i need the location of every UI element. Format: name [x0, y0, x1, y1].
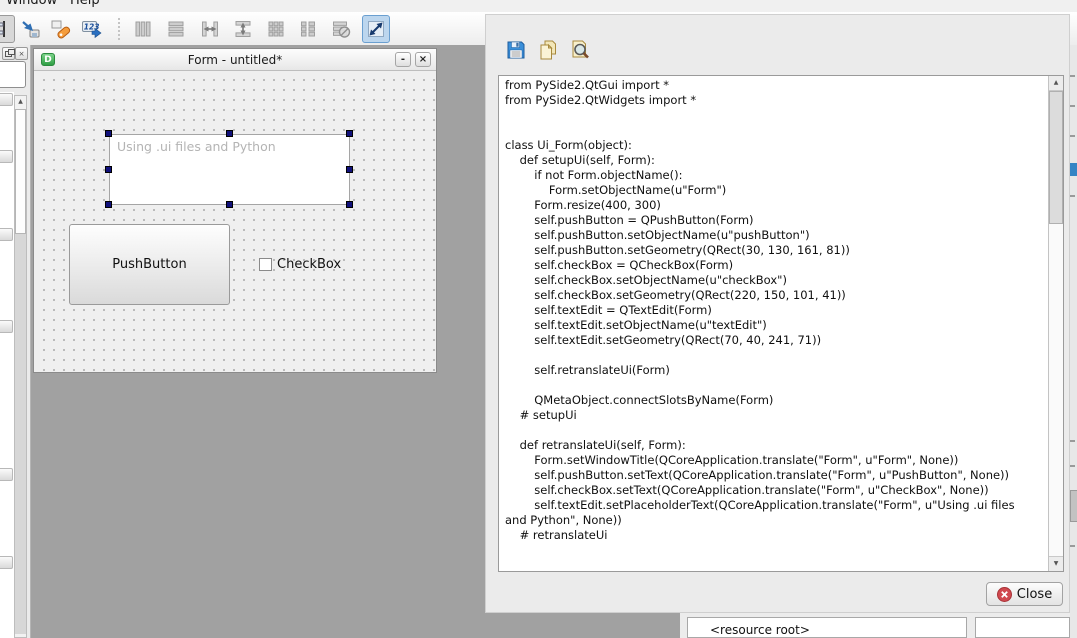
edit-widgets-button[interactable]	[0, 15, 15, 43]
adjust-size-icon	[366, 19, 386, 39]
code-scrollbar-thumb[interactable]	[1049, 91, 1063, 224]
checkbox-label: CheckBox	[277, 257, 341, 272]
layout-grid-icon	[266, 19, 286, 39]
resource-browser-dock: <resource root>	[680, 613, 1077, 638]
close-circle-icon	[997, 587, 1012, 602]
textedit-widget[interactable]: Using .ui files and Python	[109, 134, 350, 205]
resize-handle-left[interactable]	[105, 166, 112, 173]
generated-python-code[interactable]: from PySide2.QtGui import * from PySide2…	[505, 78, 1045, 543]
widget-box-dock: × ▲	[0, 45, 31, 638]
form-window-titlebar[interactable]: D Form - untitled* - ×	[34, 49, 436, 71]
widget-category-row[interactable]	[0, 228, 13, 241]
layout-horizontal-button[interactable]	[129, 15, 157, 43]
resource-detail-panel[interactable]	[975, 617, 1070, 638]
widget-category-row[interactable]	[0, 93, 13, 106]
find-button[interactable]	[567, 37, 593, 63]
layout-vertical-splitter-button[interactable]	[229, 15, 257, 43]
widget-box-list	[0, 92, 14, 638]
property-row-fragment	[1070, 105, 1075, 107]
layout-vertical-icon	[166, 19, 186, 39]
save-button[interactable]	[503, 37, 529, 63]
generated-code-view[interactable]: from PySide2.QtGui import * from PySide2…	[498, 75, 1064, 572]
layout-form-icon	[298, 19, 318, 39]
edit-widgets-icon	[0, 19, 11, 39]
edit-signals-slots-button[interactable]	[16, 15, 44, 43]
property-row-fragment	[1070, 440, 1075, 442]
float-icon	[5, 51, 12, 57]
form-close-button[interactable]: ×	[415, 52, 431, 67]
toolbar-separator	[118, 18, 120, 40]
resize-handle-top[interactable]	[226, 130, 233, 137]
code-scroll-down-button[interactable]: ▼	[1049, 556, 1063, 571]
checkbox-widget[interactable]: CheckBox	[259, 244, 360, 285]
layout-horizontal-icon	[133, 19, 153, 39]
selected-property-row-fragment	[1070, 163, 1077, 176]
close-button[interactable]: Close	[986, 582, 1063, 606]
layout-form-button[interactable]	[294, 15, 322, 43]
resize-handle-top-right[interactable]	[346, 130, 353, 137]
widget-category-row[interactable]	[0, 150, 13, 163]
widget-box-scrollbar[interactable]: ▲	[14, 95, 27, 638]
find-icon	[569, 39, 591, 61]
layout-vertical-splitter-icon	[233, 19, 253, 39]
edit-buddies-icon	[50, 18, 72, 40]
scroll-up-icon: ▲	[1049, 76, 1063, 90]
menubar: Window Help	[0, 0, 1077, 12]
scroll-up-icon[interactable]: ▲	[15, 96, 26, 108]
scrollbar-thumb-fragment	[1070, 490, 1077, 522]
property-row-fragment	[1070, 195, 1075, 197]
resize-handle-top-left[interactable]	[105, 130, 112, 137]
layout-horizontal-splitter-button[interactable]	[196, 15, 224, 43]
resize-handle-bottom-left[interactable]	[105, 201, 112, 208]
dock-close-button[interactable]: ×	[15, 47, 28, 60]
break-layout-icon	[331, 19, 351, 39]
scrollbar-thumb[interactable]	[15, 109, 26, 234]
widget-category-row[interactable]	[0, 468, 13, 481]
dock-float-button[interactable]	[2, 47, 15, 60]
property-row-fragment	[1070, 545, 1075, 547]
form-canvas[interactable]: Using .ui files and Python PushButton Ch…	[35, 71, 436, 372]
scroll-down-icon: ▼	[1049, 557, 1063, 571]
property-row-fragment	[1070, 135, 1075, 137]
copy-button[interactable]	[535, 37, 561, 63]
copy-icon	[537, 39, 559, 61]
edit-buddies-button[interactable]	[47, 15, 75, 43]
break-layout-button[interactable]	[327, 15, 355, 43]
resource-root-item[interactable]: <resource root>	[710, 623, 810, 637]
property-row-fragment	[1070, 465, 1075, 467]
resource-tree-panel[interactable]: <resource root>	[687, 617, 967, 638]
adjust-size-button[interactable]	[362, 15, 390, 43]
code-scroll-up-button[interactable]: ▲	[1049, 76, 1063, 91]
scrollbar-track[interactable]	[15, 234, 26, 634]
edit-signals-slots-icon	[20, 19, 40, 39]
form-window-title: Form - untitled*	[34, 53, 436, 67]
dock-close-icon: ×	[19, 50, 25, 58]
property-row-fragment	[1070, 75, 1075, 77]
property-editor-sliver	[1070, 45, 1077, 638]
widget-filter-input[interactable]	[0, 61, 26, 88]
menu-help[interactable]: Help	[70, 0, 100, 8]
checkbox-indicator[interactable]	[259, 258, 272, 271]
widget-category-row[interactable]	[0, 320, 13, 333]
save-icon	[505, 39, 527, 61]
pushbutton-widget[interactable]: PushButton	[69, 224, 230, 305]
resize-handle-bottom-right[interactable]	[346, 201, 353, 208]
form-editor-window: D Form - untitled* - × Using .ui files a…	[33, 48, 437, 373]
menu-window[interactable]: Window	[6, 0, 57, 8]
resize-handle-bottom[interactable]	[226, 201, 233, 208]
code-scrollbar[interactable]: ▲ ▼	[1048, 76, 1063, 571]
edit-tab-order-button[interactable]: 123	[78, 15, 106, 43]
close-button-label: Close	[1017, 587, 1052, 602]
edit-tab-order-icon: 123	[81, 18, 103, 40]
layout-horizontal-splitter-icon	[200, 19, 220, 39]
form-minimize-button[interactable]: -	[395, 52, 411, 67]
code-preview-dialog: from PySide2.QtGui import * from PySide2…	[485, 14, 1070, 613]
widget-category-row[interactable]	[0, 556, 13, 569]
layout-grid-button[interactable]	[262, 15, 290, 43]
resize-handle-right[interactable]	[346, 166, 353, 173]
layout-vertical-button[interactable]	[162, 15, 190, 43]
